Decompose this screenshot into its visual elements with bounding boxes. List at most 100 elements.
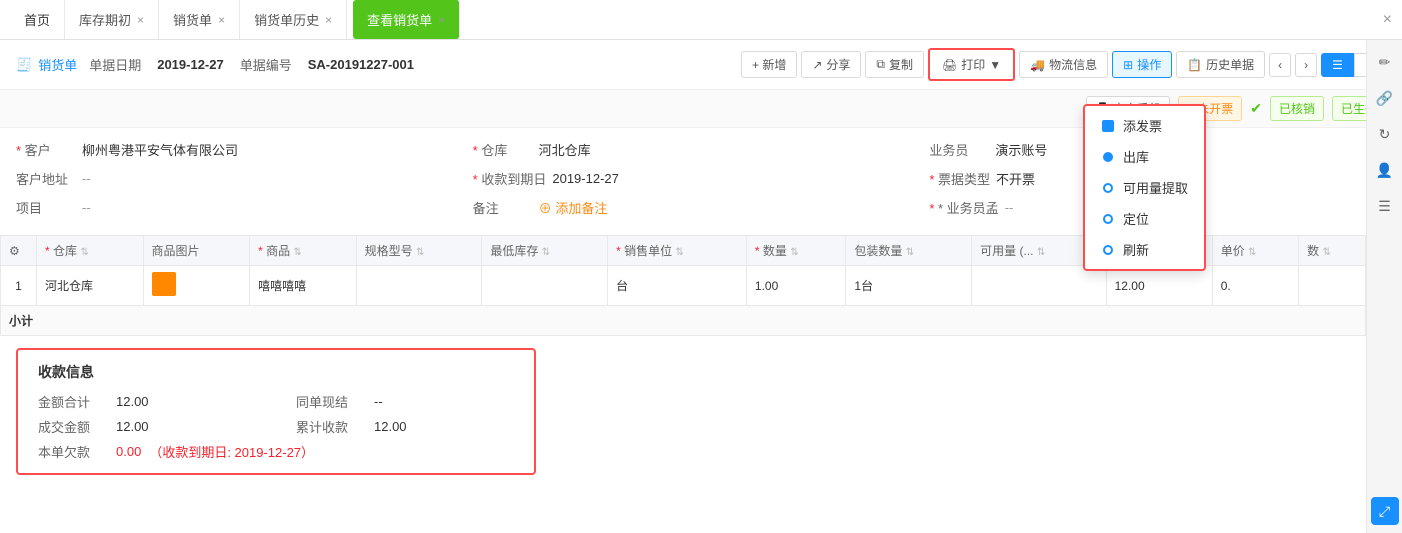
subtotal-label: 小计 bbox=[1, 306, 1366, 336]
sidebar-expand-icon[interactable]: ⤢ bbox=[1371, 497, 1399, 525]
history-button[interactable]: 📋 历史单据 bbox=[1176, 51, 1265, 78]
list-view-button[interactable]: ☰ bbox=[1321, 53, 1354, 77]
sidebar-refresh-icon[interactable]: ↻ bbox=[1371, 120, 1399, 148]
single-settlement-row: 同单现结 -- bbox=[296, 392, 514, 411]
address-value: -- bbox=[82, 171, 91, 186]
payment-title: 收款信息 bbox=[38, 362, 514, 382]
salesperson-value: 演示账号 bbox=[995, 140, 1047, 159]
row-stock: 12.00 bbox=[1106, 266, 1212, 306]
total-amount-value: 12.00 bbox=[116, 394, 149, 409]
current-arrears-value: 0.00 bbox=[116, 444, 141, 459]
share-icon: ↗ bbox=[812, 58, 822, 72]
tab-sales-order[interactable]: 销货单 × bbox=[159, 0, 240, 39]
dropdown-outbound[interactable]: 出库 bbox=[1085, 141, 1204, 172]
row-unit-price: 0. bbox=[1212, 266, 1298, 306]
transaction-amount-label: 成交金额 bbox=[38, 417, 108, 436]
col-unit-price: 单价 ⇅ bbox=[1212, 236, 1298, 266]
dropdown-available-qty[interactable]: 可用量提取 bbox=[1085, 172, 1204, 203]
doc-header: 🧾 销货单 单据日期 2019-12-27 单据编号 SA-20191227-0… bbox=[0, 40, 1402, 90]
arrears-note: （收款到期日: 2019-12-27） bbox=[149, 442, 314, 461]
next-button[interactable]: › bbox=[1295, 53, 1317, 77]
doc-meta: 单据日期 2019-12-27 单据编号 SA-20191227-001 bbox=[89, 55, 414, 74]
logistics-button[interactable]: 🚚 物流信息 bbox=[1019, 51, 1108, 78]
col-quantity: * 数量 ⇅ bbox=[746, 236, 846, 266]
available-qty-label: 可用量提取 bbox=[1123, 178, 1188, 197]
doc-type: 🧾 销货单 bbox=[16, 55, 77, 74]
add-note-button[interactable]: ⊕ 添加备注 bbox=[539, 198, 608, 217]
note-field: 备注 ⊕ 添加备注 bbox=[473, 198, 930, 217]
print-button[interactable]: 🖨 打印 ▼ bbox=[932, 52, 1011, 77]
doc-type-icon: 🧾 bbox=[16, 57, 32, 73]
col-product-image: 商品图片 bbox=[143, 236, 250, 266]
right-sidebar: ✏ 🔗 ↻ 👤 ☰ ⤢ bbox=[1366, 40, 1402, 533]
operation-dropdown: 添发票 出库 可用量提取 定位 bbox=[1083, 104, 1206, 271]
tab-sales-order-close[interactable]: × bbox=[218, 13, 225, 27]
single-settlement-label: 同单现结 bbox=[296, 392, 366, 411]
dropdown-locate[interactable]: 定位 bbox=[1085, 203, 1204, 234]
tab-inventory-init-close[interactable]: × bbox=[137, 13, 144, 27]
dropdown-refresh[interactable]: 刷新 bbox=[1085, 234, 1204, 265]
row-spec bbox=[356, 266, 482, 306]
ticket-type-label: 票据类型 bbox=[929, 169, 990, 188]
customer-value: 柳州粤港平安气体有限公司 bbox=[82, 140, 238, 159]
total-amount-row: 金额合计 12.00 bbox=[38, 392, 256, 411]
address-field: 客户地址 -- bbox=[16, 169, 473, 188]
new-button[interactable]: + 新增 bbox=[741, 51, 797, 78]
dropdown-add-invoice[interactable]: 添发票 bbox=[1085, 110, 1204, 141]
main-content: 🧾 销货单 单据日期 2019-12-27 单据编号 SA-20191227-0… bbox=[0, 40, 1402, 533]
share-button[interactable]: ↗ 分享 bbox=[801, 51, 861, 78]
toolbar: + 新增 ↗ 分享 ⧉ 复制 🖨 打印 ▼ 🚚 bbox=[741, 48, 1386, 81]
current-arrears-row: 本单欠款 0.00 （收款到期日: 2019-12-27） bbox=[38, 442, 514, 461]
customer-label: 客户 bbox=[16, 140, 76, 159]
ticket-type-value: 不开票 bbox=[996, 169, 1035, 188]
operation-button[interactable]: ⊞ 操作 bbox=[1112, 51, 1172, 78]
tab-home[interactable]: 首页 bbox=[10, 0, 65, 39]
salesperson2-label: * 业务员孟 bbox=[929, 198, 998, 217]
tab-sales-history-close[interactable]: × bbox=[325, 13, 332, 27]
sidebar-edit-icon[interactable]: ✏ bbox=[1371, 48, 1399, 76]
row-available bbox=[972, 266, 1106, 306]
check-icon: ✔ bbox=[1250, 100, 1262, 117]
print-dropdown-arrow: ▼ bbox=[989, 58, 1001, 72]
sidebar-link-icon[interactable]: 🔗 bbox=[1371, 84, 1399, 112]
project-label: 项目 bbox=[16, 198, 76, 217]
print-highlight: 🖨 打印 ▼ bbox=[928, 48, 1015, 81]
row-min-stock bbox=[482, 266, 608, 306]
row-pack-qty: 1台 bbox=[846, 266, 972, 306]
customer-field: 客户 柳州粤港平安气体有限公司 bbox=[16, 140, 473, 159]
row-sales-unit: 台 bbox=[608, 266, 747, 306]
row-index: 1 bbox=[1, 266, 37, 306]
operation-icon: ⊞ bbox=[1123, 58, 1133, 72]
project-value: -- bbox=[82, 200, 91, 215]
col-settings[interactable]: ⚙ bbox=[1, 236, 37, 266]
col-product: * 商品 ⇅ bbox=[250, 236, 357, 266]
payment-section: 收款信息 金额合计 12.00 同单现结 -- 成交金额 12.00 bbox=[0, 336, 1402, 483]
copy-button[interactable]: ⧉ 复制 bbox=[865, 51, 924, 78]
sidebar-user-icon[interactable]: 👤 bbox=[1371, 156, 1399, 184]
checked-badge[interactable]: 已核销 bbox=[1270, 96, 1324, 121]
sidebar-list-icon[interactable]: ☰ bbox=[1371, 192, 1399, 220]
add-invoice-label: 添发票 bbox=[1123, 116, 1162, 135]
payment-date-value: 2019-12-27 bbox=[552, 171, 619, 186]
col-pack-qty: 包装数量 ⇅ bbox=[846, 236, 972, 266]
tab-view-sales[interactable]: 查看销货单 × bbox=[353, 0, 460, 39]
number-value: SA-20191227-001 bbox=[308, 57, 414, 72]
window-close-button[interactable]: × bbox=[1383, 11, 1392, 29]
col-spec: 规格型号 ⇅ bbox=[356, 236, 482, 266]
row-amount bbox=[1299, 266, 1366, 306]
tab-sales-history[interactable]: 销货单历史 × bbox=[240, 0, 347, 39]
tab-view-sales-close[interactable]: × bbox=[438, 13, 445, 27]
tab-inventory-init[interactable]: 库存期初 × bbox=[65, 0, 159, 39]
add-invoice-icon bbox=[1101, 119, 1115, 133]
transaction-amount-row: 成交金额 12.00 bbox=[38, 417, 256, 436]
table-row: 1 河北仓库 嘻嘻嘻嘻 台 1.00 1台 12.00 0. bbox=[1, 266, 1366, 306]
single-settlement-value: -- bbox=[374, 394, 383, 409]
salesperson2-value: -- bbox=[1005, 200, 1014, 215]
prev-button[interactable]: ‹ bbox=[1269, 53, 1291, 77]
row-product-image bbox=[143, 266, 250, 306]
address-label: 客户地址 bbox=[16, 169, 76, 188]
history-icon: 📋 bbox=[1187, 58, 1202, 72]
row-quantity: 1.00 bbox=[746, 266, 846, 306]
doc-type-label: 销货单 bbox=[38, 55, 77, 74]
payment-date-label: 收款到期日 bbox=[473, 169, 547, 188]
